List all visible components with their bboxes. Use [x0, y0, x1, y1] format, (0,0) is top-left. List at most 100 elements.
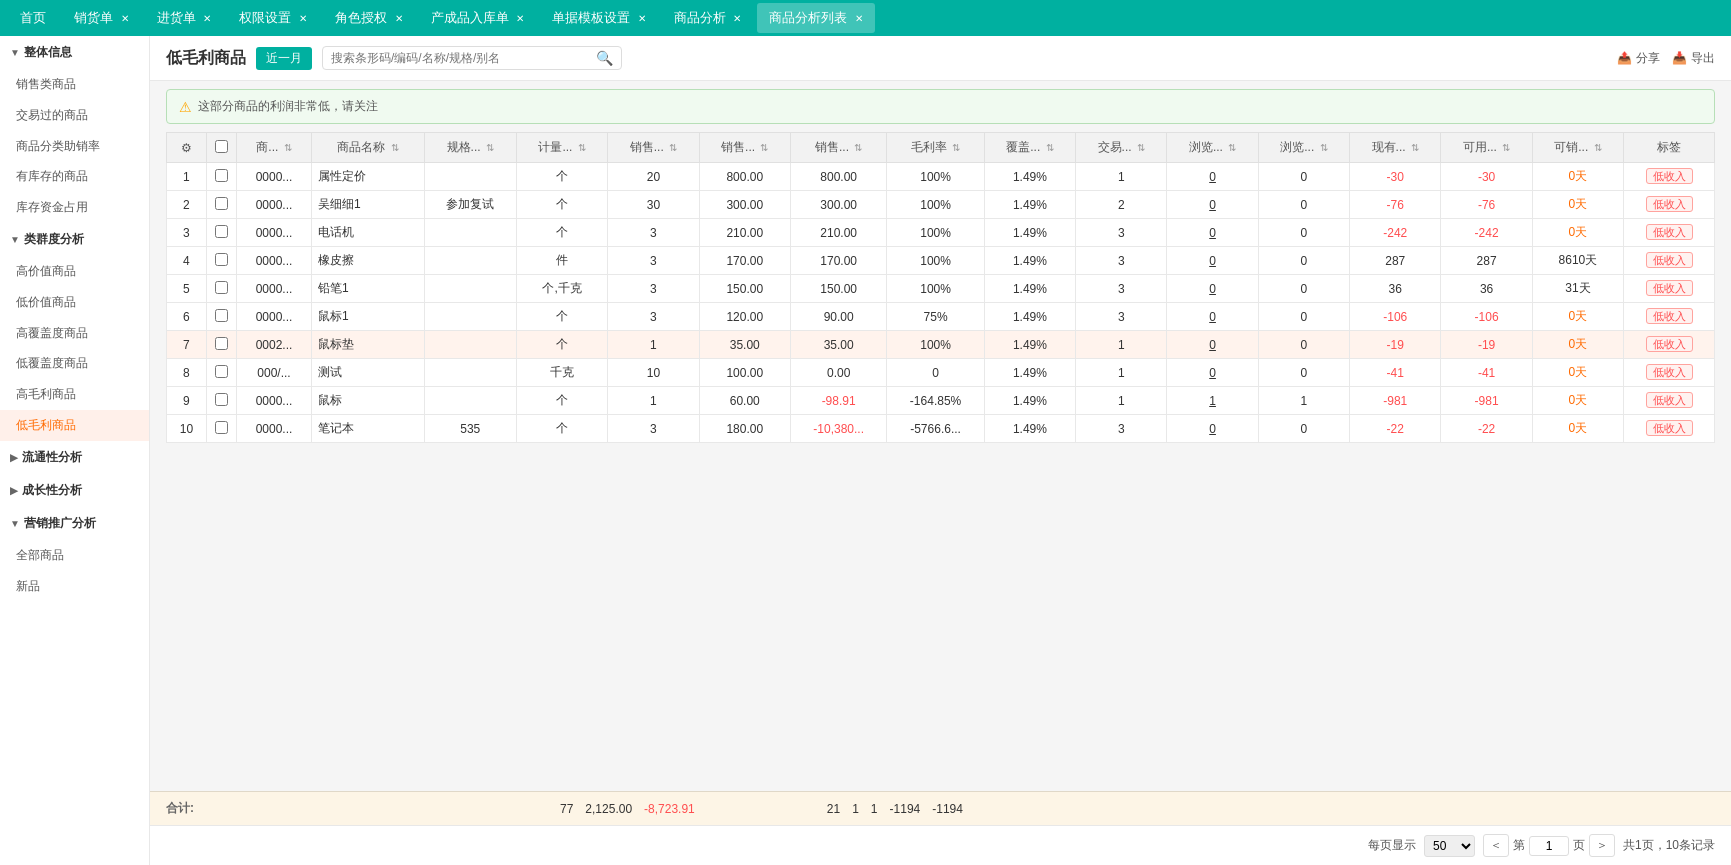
- row-browse1[interactable]: 1: [1167, 387, 1258, 415]
- sort-sales2[interactable]: ⇅: [760, 142, 768, 153]
- row-checkbox[interactable]: [206, 247, 236, 275]
- row-checkbox[interactable]: [206, 331, 236, 359]
- col-name[interactable]: 商品名称 ⇅: [312, 133, 425, 163]
- row-browse1[interactable]: 0: [1167, 191, 1258, 219]
- row-name[interactable]: 铅笔1: [312, 275, 425, 303]
- browse1-link[interactable]: 0: [1209, 338, 1216, 352]
- browse1-link[interactable]: 0: [1209, 310, 1216, 324]
- row-select-checkbox[interactable]: [215, 337, 228, 350]
- share-btn[interactable]: 📤 分享: [1617, 50, 1660, 67]
- row-select-checkbox[interactable]: [215, 225, 228, 238]
- nav-sales[interactable]: 销货单 ✕: [62, 3, 141, 33]
- table-row[interactable]: 7 0002... 鼠标垫 个 1 35.00 35.00 100% 1.49%…: [167, 331, 1715, 359]
- nav-products-close[interactable]: ✕: [516, 13, 524, 24]
- row-name[interactable]: 鼠标: [312, 387, 425, 415]
- sort-stock3[interactable]: ⇅: [1594, 142, 1602, 153]
- table-container[interactable]: ⚙ 商... ⇅ 商品名称 ⇅ 规格... ⇅ 计量... ⇅ 销售... ⇅ …: [166, 132, 1715, 791]
- sidebar-section-circulation[interactable]: ▶ 流通性分析: [0, 441, 149, 474]
- nav-sales-close[interactable]: ✕: [121, 13, 129, 24]
- browse1-link[interactable]: 0: [1209, 422, 1216, 436]
- browse1-link[interactable]: 0: [1209, 366, 1216, 380]
- select-all-checkbox[interactable]: [215, 140, 228, 153]
- browse1-link[interactable]: 0: [1209, 282, 1216, 296]
- row-browse1[interactable]: 0: [1167, 163, 1258, 191]
- row-browse1[interactable]: 0: [1167, 219, 1258, 247]
- row-select-checkbox[interactable]: [215, 197, 228, 210]
- time-filter-btn[interactable]: 近一月: [256, 47, 312, 70]
- row-select-checkbox[interactable]: [215, 365, 228, 378]
- table-row[interactable]: 10 0000... 笔记本 535 个 3 180.00 -10,380...…: [167, 415, 1715, 443]
- sidebar-item-high-margin[interactable]: 高毛利商品: [0, 379, 149, 410]
- search-input[interactable]: [331, 51, 596, 65]
- row-name[interactable]: 鼠标1: [312, 303, 425, 331]
- sort-margin[interactable]: ⇅: [952, 142, 960, 153]
- row-select-checkbox[interactable]: [215, 281, 228, 294]
- row-name[interactable]: 吴细细1: [312, 191, 425, 219]
- table-row[interactable]: 4 0000... 橡皮擦 件 3 170.00 170.00 100% 1.4…: [167, 247, 1715, 275]
- sidebar-section-growth[interactable]: ▶ 成长性分析: [0, 474, 149, 507]
- sort-sales1[interactable]: ⇅: [669, 142, 677, 153]
- col-unit[interactable]: 计量... ⇅: [516, 133, 607, 163]
- table-row[interactable]: 2 0000... 吴细细1 参加复试 个 30 300.00 300.00 1…: [167, 191, 1715, 219]
- page-number-input[interactable]: [1529, 836, 1569, 856]
- sidebar-item-low-coverage[interactable]: 低覆盖度商品: [0, 348, 149, 379]
- row-select-checkbox[interactable]: [215, 309, 228, 322]
- nav-analysis-list[interactable]: 商品分析列表 ✕: [757, 3, 875, 33]
- nav-analysis[interactable]: 商品分析 ✕: [662, 3, 754, 33]
- next-page-btn[interactable]: ＞: [1589, 834, 1615, 857]
- sidebar-item-stock-capital[interactable]: 库存资金占用: [0, 192, 149, 223]
- sidebar-section-marketing[interactable]: ▼ 营销推广分析: [0, 507, 149, 540]
- sort-sales3[interactable]: ⇅: [854, 142, 862, 153]
- sort-browse2[interactable]: ⇅: [1320, 142, 1328, 153]
- col-browse2[interactable]: 浏览... ⇅: [1258, 133, 1349, 163]
- col-sales1[interactable]: 销售... ⇅: [608, 133, 699, 163]
- col-coverage[interactable]: 覆盖... ⇅: [984, 133, 1075, 163]
- col-sales3[interactable]: 销售... ⇅: [790, 133, 886, 163]
- nav-roles[interactable]: 角色授权 ✕: [323, 3, 415, 33]
- nav-products[interactable]: 产成品入库单 ✕: [419, 3, 537, 33]
- nav-home[interactable]: 首页: [8, 3, 58, 33]
- sidebar-section-group[interactable]: ▼ 类群度分析: [0, 223, 149, 256]
- row-checkbox[interactable]: [206, 191, 236, 219]
- sidebar-item-low-margin[interactable]: 低毛利商品: [0, 410, 149, 441]
- row-browse1[interactable]: 0: [1167, 415, 1258, 443]
- row-browse1[interactable]: 0: [1167, 359, 1258, 387]
- sort-code[interactable]: ⇅: [284, 142, 292, 153]
- nav-roles-close[interactable]: ✕: [395, 13, 403, 24]
- browse1-link[interactable]: 0: [1209, 226, 1216, 240]
- nav-analysis-list-close[interactable]: ✕: [855, 13, 863, 24]
- row-checkbox[interactable]: [206, 163, 236, 191]
- row-name[interactable]: 属性定价: [312, 163, 425, 191]
- prev-page-btn[interactable]: ＜: [1483, 834, 1509, 857]
- row-select-checkbox[interactable]: [215, 421, 228, 434]
- nav-permissions[interactable]: 权限设置 ✕: [227, 3, 319, 33]
- sort-stock2[interactable]: ⇅: [1502, 142, 1510, 153]
- per-page-select[interactable]: 50 20 100: [1424, 835, 1475, 857]
- row-checkbox[interactable]: [206, 303, 236, 331]
- export-btn[interactable]: 📥 导出: [1672, 50, 1715, 67]
- sidebar-item-in-stock[interactable]: 有库存的商品: [0, 161, 149, 192]
- col-trade[interactable]: 交易... ⇅: [1076, 133, 1167, 163]
- row-name[interactable]: 测试: [312, 359, 425, 387]
- table-row[interactable]: 3 0000... 电话机 个 3 210.00 210.00 100% 1.4…: [167, 219, 1715, 247]
- col-stock1[interactable]: 现有... ⇅: [1350, 133, 1441, 163]
- row-checkbox[interactable]: [206, 219, 236, 247]
- nav-purchase[interactable]: 进货单 ✕: [145, 3, 224, 33]
- table-row[interactable]: 8 000/... 测试 千克 10 100.00 0.00 0 1.49% 1…: [167, 359, 1715, 387]
- row-checkbox[interactable]: [206, 415, 236, 443]
- nav-analysis-close[interactable]: ✕: [733, 13, 741, 24]
- sidebar-item-all-goods[interactable]: 全部商品: [0, 540, 149, 571]
- row-name[interactable]: 笔记本: [312, 415, 425, 443]
- browse1-link[interactable]: 0: [1209, 254, 1216, 268]
- row-name[interactable]: 橡皮擦: [312, 247, 425, 275]
- row-browse1[interactable]: 0: [1167, 275, 1258, 303]
- row-browse1[interactable]: 0: [1167, 247, 1258, 275]
- row-name[interactable]: 鼠标垫: [312, 331, 425, 359]
- browse1-link[interactable]: 1: [1209, 394, 1216, 408]
- col-tags[interactable]: 标签: [1624, 133, 1715, 163]
- sidebar-item-high-coverage[interactable]: 高覆盖度商品: [0, 318, 149, 349]
- row-select-checkbox[interactable]: [215, 253, 228, 266]
- col-margin[interactable]: 毛利率 ⇅: [887, 133, 984, 163]
- sort-unit[interactable]: ⇅: [578, 142, 586, 153]
- row-checkbox[interactable]: [206, 275, 236, 303]
